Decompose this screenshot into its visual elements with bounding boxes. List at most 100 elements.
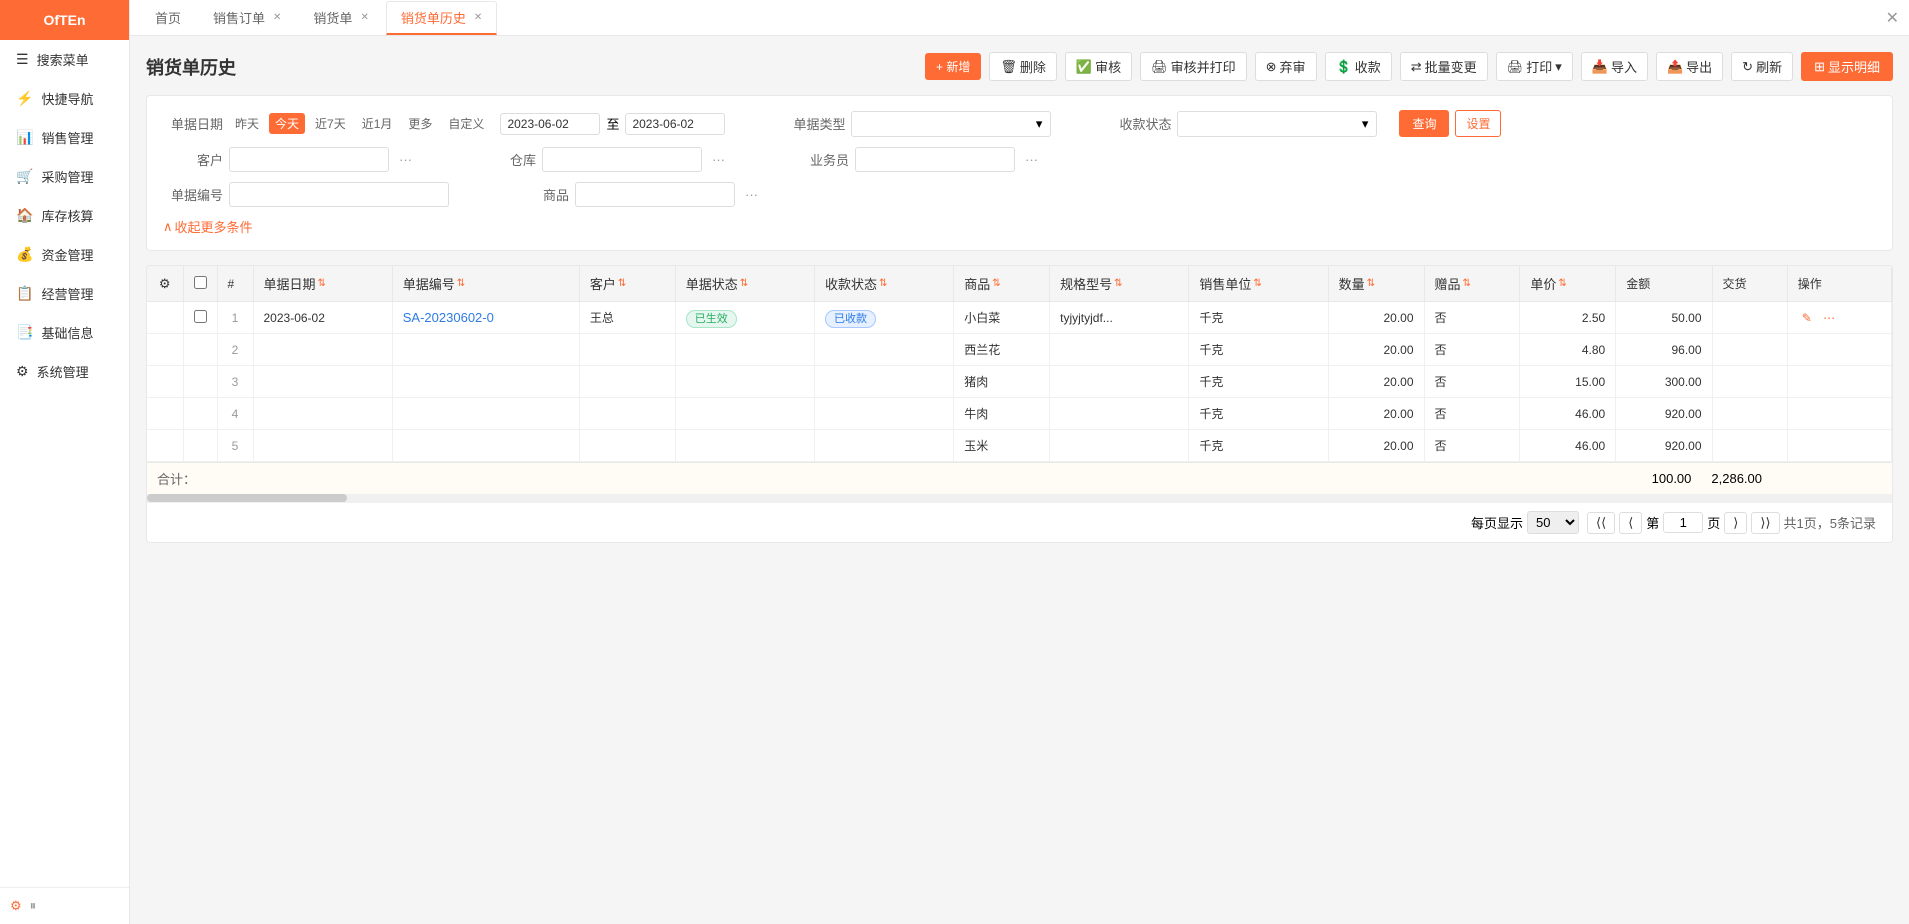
basic-info-icon: 📑 xyxy=(16,324,33,341)
tab-close-all[interactable]: ✕ xyxy=(1886,8,1899,28)
collapse-icon[interactable]: ⏸ xyxy=(30,898,37,914)
settings-icon[interactable]: ⚙ xyxy=(10,898,22,914)
doc-type-select[interactable]: ▾ xyxy=(851,111,1051,137)
th-gift[interactable]: 赠品⇅ xyxy=(1424,266,1520,302)
date-to-input[interactable] xyxy=(625,113,725,135)
td-num: 2 xyxy=(217,334,253,366)
td-spec xyxy=(1050,398,1189,430)
tab-sales-history[interactable]: 销货单历史 ✕ xyxy=(386,1,497,35)
filter-collect-status: 收款状态 ▾ 查询 设置 xyxy=(1111,110,1501,137)
abandon-button[interactable]: ⊗ 弃审 xyxy=(1255,52,1317,81)
tab-sales-goods-close[interactable]: ✕ xyxy=(360,12,368,23)
date-tab-1month[interactable]: 近1月 xyxy=(356,113,399,134)
doc-no-input[interactable] xyxy=(229,182,449,207)
tab-home[interactable]: 首页 xyxy=(140,1,196,35)
sidebar-item-inventory[interactable]: 🏠 库存核算 xyxy=(0,196,129,235)
td-num: 4 xyxy=(217,398,253,430)
show-detail-button[interactable]: ⊞ 显示明细 xyxy=(1801,52,1893,81)
sidebar-item-fund-mgmt[interactable]: 💰 资金管理 xyxy=(0,235,129,274)
th-collect-status[interactable]: 收款状态⇅ xyxy=(815,266,954,302)
th-price[interactable]: 单价⇅ xyxy=(1520,266,1616,302)
th-doc-status[interactable]: 单据状态⇅ xyxy=(675,266,814,302)
filter-panel: 单据日期 昨天 今天 近7天 近1月 更多 自定义 至 单据类型 xyxy=(146,95,1893,251)
select-all-checkbox[interactable] xyxy=(194,276,207,289)
per-page-select[interactable]: 50 100 200 xyxy=(1527,511,1579,534)
td-amount: 300.00 xyxy=(1616,366,1712,398)
th-spec[interactable]: 规格型号⇅ xyxy=(1050,266,1189,302)
page-label: 页 xyxy=(1707,513,1720,532)
gear-settings-icon[interactable]: ⚙ xyxy=(159,276,171,291)
date-tab-yesterday[interactable]: 昨天 xyxy=(229,113,265,134)
sidebar-item-ops-mgmt[interactable]: 📋 经营管理 xyxy=(0,274,129,313)
horizontal-scrollbar[interactable] xyxy=(147,494,1892,502)
th-qty[interactable]: 数量⇅ xyxy=(1328,266,1424,302)
td-gear xyxy=(147,366,183,398)
sidebar-item-purchase-mgmt[interactable]: 🛒 采购管理 xyxy=(0,157,129,196)
settings-filter-button[interactable]: 设置 xyxy=(1455,110,1501,137)
tab-sales-order-close[interactable]: ✕ xyxy=(273,12,281,23)
page-number-input[interactable] xyxy=(1663,512,1703,533)
sidebar-item-sys-mgmt[interactable]: ⚙ 系统管理 xyxy=(0,352,129,391)
sidebar-item-basic-info[interactable]: 📑 基础信息 xyxy=(0,313,129,352)
td-num: 3 xyxy=(217,366,253,398)
sidebar-item-label: 资金管理 xyxy=(41,245,93,264)
batch-change-button[interactable]: ⇄ 批量变更 xyxy=(1400,52,1488,81)
audit-button[interactable]: ✅ 审核 xyxy=(1065,52,1132,81)
print-button[interactable]: 🖨 打印 ▾ xyxy=(1496,52,1573,81)
prev-page-button[interactable]: ⟨ xyxy=(1619,512,1642,534)
audit-print-button[interactable]: 🖨 审核并打印 xyxy=(1140,52,1247,81)
row-checkbox[interactable] xyxy=(194,310,207,323)
td-doc-date xyxy=(253,398,392,430)
td-doc-no xyxy=(392,334,579,366)
date-tab-7days[interactable]: 近7天 xyxy=(309,113,352,134)
ops-mgmt-icon: 📋 xyxy=(16,285,33,302)
customer-input[interactable] xyxy=(229,147,389,172)
th-product[interactable]: 商品⇅ xyxy=(954,266,1050,302)
table-row: 4 牛肉 千克 20.00 否 46.00 920.00 xyxy=(147,398,1892,430)
th-customer[interactable]: 客户⇅ xyxy=(579,266,675,302)
data-table-wrap: ⚙ # 单据日期⇅ 单据编号⇅ 客户⇅ xyxy=(146,265,1893,543)
th-gear[interactable]: ⚙ xyxy=(147,266,183,302)
export-button[interactable]: 📤 导出 xyxy=(1656,52,1723,81)
sidebar-item-search-menu[interactable]: ☰ 搜索菜单 xyxy=(0,40,129,79)
collect-button[interactable]: 💲 收款 xyxy=(1325,52,1392,81)
td-price: 46.00 xyxy=(1520,398,1616,430)
tab-sales-history-close[interactable]: ✕ xyxy=(474,12,482,23)
refresh-button[interactable]: ↻ 刷新 xyxy=(1731,52,1793,81)
date-from-input[interactable] xyxy=(500,113,600,135)
collect-status-select[interactable]: ▾ xyxy=(1177,111,1377,137)
doc-type-dropdown-icon: ▾ xyxy=(1036,116,1043,132)
warehouse-search-icon[interactable]: ··· xyxy=(708,152,729,167)
collapse-button[interactable]: ∧ 收起更多条件 xyxy=(163,217,1876,236)
sidebar-item-sales-mgmt[interactable]: 📊 销售管理 xyxy=(0,118,129,157)
th-doc-date[interactable]: 单据日期⇅ xyxy=(253,266,392,302)
td-doc-status: 已生效 xyxy=(675,302,814,334)
total-info: 共1页，5条记录 xyxy=(1784,513,1876,532)
salesperson-search-icon[interactable]: ··· xyxy=(1021,152,1042,167)
product-input[interactable] xyxy=(575,182,735,207)
import-button[interactable]: 📥 导入 xyxy=(1581,52,1648,81)
salesperson-input[interactable] xyxy=(855,147,1015,172)
first-page-button[interactable]: ⟨⟨ xyxy=(1587,512,1615,534)
th-doc-no[interactable]: 单据编号⇅ xyxy=(392,266,579,302)
new-button[interactable]: + 新增 xyxy=(925,53,981,80)
more-action[interactable]: ⋯ xyxy=(1819,309,1839,327)
date-tab-more[interactable]: 更多 xyxy=(402,113,438,134)
sidebar-item-quick-nav[interactable]: ⚡ 快捷导航 xyxy=(0,79,129,118)
date-tab-today[interactable]: 今天 xyxy=(269,113,305,134)
last-page-button[interactable]: ⟩⟩ xyxy=(1751,512,1779,534)
th-unit[interactable]: 销售单位⇅ xyxy=(1189,266,1328,302)
query-button[interactable]: 查询 xyxy=(1399,110,1449,137)
customer-search-icon[interactable]: ··· xyxy=(395,152,416,167)
salesperson-label: 业务员 xyxy=(789,150,849,169)
warehouse-input[interactable] xyxy=(542,147,702,172)
tab-sales-goods[interactable]: 销货单 ✕ xyxy=(298,1,383,35)
edit-action[interactable]: ✎ xyxy=(1798,309,1816,327)
tab-sales-order[interactable]: 销售订单 ✕ xyxy=(198,1,296,35)
scrollbar-thumb[interactable] xyxy=(147,494,347,502)
delete-button[interactable]: 🗑 删除 xyxy=(989,52,1057,81)
td-action xyxy=(1787,366,1891,398)
next-page-button[interactable]: ⟩ xyxy=(1724,512,1747,534)
date-tab-custom[interactable]: 自定义 xyxy=(442,113,490,134)
product-search-icon[interactable]: ··· xyxy=(741,187,762,202)
